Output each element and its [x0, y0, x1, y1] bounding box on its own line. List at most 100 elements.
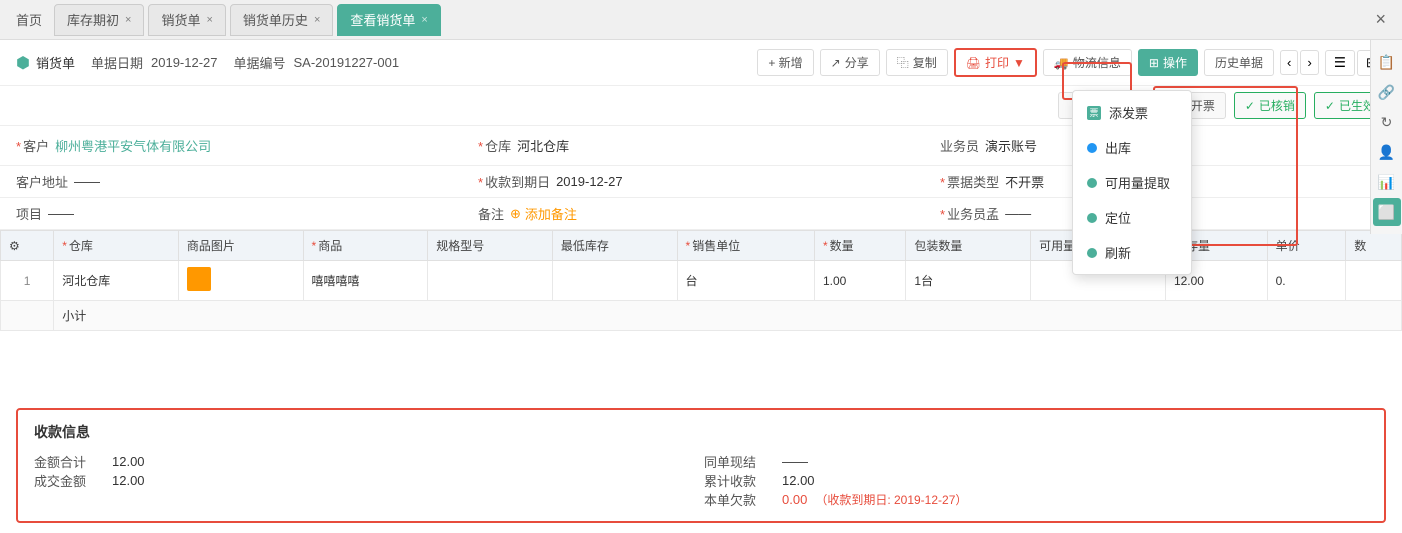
col-spec: 规格型号: [428, 231, 553, 261]
sidebar-icon-2[interactable]: 🔗: [1373, 78, 1401, 106]
ticket-type-value: 不开票: [1005, 172, 1044, 191]
tab-home[interactable]: 首页: [8, 4, 50, 35]
doc-type-label: 销货单: [36, 53, 75, 72]
customer-value[interactable]: 柳州粤港平安气体有限公司: [55, 136, 211, 155]
locate-label: 定位: [1105, 208, 1131, 227]
tab-close-sales[interactable]: ×: [206, 14, 212, 26]
new-button[interactable]: + 新增: [757, 49, 813, 76]
add-note-button[interactable]: ⊕ 添加备注: [510, 204, 577, 223]
payment-section: 收款信息 金额合计 12.00 成交金额 12.00 同单现结 ——: [16, 408, 1386, 523]
sidebar-icon-4[interactable]: 👤: [1373, 138, 1401, 166]
same-order-label: 同单现结: [704, 452, 774, 471]
tab-close-inventory[interactable]: ×: [125, 14, 131, 26]
doc-meta: 单据日期 2019-12-27 单据编号 SA-20191227-001: [91, 53, 399, 72]
tab-sales-history[interactable]: 销货单历史 ×: [230, 4, 333, 36]
print-button[interactable]: 🖨 打印 ▼: [954, 48, 1037, 77]
row-quantity: 1.00: [814, 261, 905, 301]
tab-check-sales[interactable]: 查看销货单 ×: [337, 4, 440, 36]
col-product: 商品: [303, 231, 428, 261]
col-unit-price: 单价: [1267, 231, 1346, 261]
refresh-icon: [1087, 248, 1097, 258]
add-invoice-icon: 票: [1087, 106, 1101, 120]
row-product: 嘻嘻嘻嘻: [303, 261, 428, 301]
nav-arrows: ‹ ›: [1280, 50, 1319, 75]
available-qty-label: 可用量提取: [1105, 173, 1170, 192]
warehouse-field: 仓库 河北仓库: [478, 136, 924, 155]
total-label: 金额合计: [34, 452, 104, 471]
doc-title-icon: ⬢: [16, 53, 30, 73]
row-min-stock: [552, 261, 677, 301]
operations-dropdown: 票 添发票 出库 可用量提取 定位 刷新: [1072, 90, 1192, 275]
subtotal-label-cell: [1, 301, 54, 331]
sidebar-icon-5[interactable]: 📊: [1373, 168, 1401, 196]
history-button[interactable]: 历史单据: [1204, 49, 1274, 76]
dropdown-available-qty[interactable]: 可用量提取: [1073, 165, 1191, 200]
prev-button[interactable]: ‹: [1280, 50, 1298, 75]
row-spec: [428, 261, 553, 301]
logistics-button[interactable]: 🚚 物流信息: [1043, 49, 1132, 76]
tab-bar: 首页 库存期初 × 销货单 × 销货单历史 × 查看销货单 × ×: [0, 0, 1402, 40]
copy-icon: ⿻: [897, 54, 909, 71]
print-icon: 🖨: [966, 56, 981, 70]
due-date-label: 收款到期日: [478, 172, 550, 191]
col-package-qty: 包装数量: [906, 231, 1031, 261]
staff-value: 演示账号: [985, 136, 1037, 155]
doc-header: ⬢ 销货单 单据日期 2019-12-27 单据编号 SA-20191227-0…: [0, 40, 1402, 86]
outbound-label: 出库: [1105, 138, 1131, 157]
col-settings[interactable]: ⚙: [1, 231, 54, 261]
sidebar-icon-1[interactable]: 📋: [1373, 48, 1401, 76]
copy-button[interactable]: ⿻ 复制: [886, 49, 948, 76]
dropdown-add-invoice[interactable]: 票 添发票: [1073, 95, 1191, 130]
right-sidebar: 📋 🔗 ↻ 👤 📊 ⬜: [1370, 40, 1402, 234]
tab-close-sales-history[interactable]: ×: [314, 14, 320, 26]
col-amount: 数: [1346, 231, 1402, 261]
warehouse-value: 河北仓库: [517, 136, 569, 155]
tab-inventory[interactable]: 库存期初 ×: [54, 4, 144, 36]
transaction-value: 12.00: [112, 473, 145, 488]
cumulative-row: 累计收款 12.00: [704, 471, 1368, 490]
tab-sales[interactable]: 销货单 ×: [148, 4, 225, 36]
print-dropdown-icon: ▼: [1013, 56, 1025, 70]
total-row: 金额合计 12.00: [34, 452, 698, 471]
col-quantity: 数量: [814, 231, 905, 261]
same-order-row: 同单现结 ——: [704, 452, 1368, 471]
col-product-image: 商品图片: [178, 231, 303, 261]
dropdown-refresh[interactable]: 刷新: [1073, 235, 1191, 270]
next-button[interactable]: ›: [1300, 50, 1318, 75]
doc-number-value: SA-20191227-001: [294, 55, 400, 70]
due-date-value: 2019-12-27: [556, 174, 623, 189]
tab-close-check-sales[interactable]: ×: [421, 14, 427, 26]
dropdown-outbound[interactable]: 出库: [1073, 130, 1191, 165]
payment-left: 金额合计 12.00 成交金额 12.00: [34, 452, 698, 509]
effective-check-icon: ✓: [1325, 99, 1335, 113]
customer-field: 客户 柳州粤港平安气体有限公司: [16, 136, 462, 155]
list-view-button[interactable]: ☰: [1325, 50, 1355, 76]
staff-label: 业务员: [940, 136, 979, 155]
locate-icon: [1087, 213, 1097, 223]
note-label: 备注: [478, 204, 504, 223]
refresh-label: 刷新: [1105, 243, 1131, 262]
cumulative-label: 累计收款: [704, 471, 774, 490]
logistics-icon: 🚚: [1054, 56, 1069, 70]
note-field: 备注 ⊕ 添加备注: [478, 204, 924, 223]
dropdown-locate[interactable]: 定位: [1073, 200, 1191, 235]
sidebar-icon-6[interactable]: ⬜: [1373, 198, 1401, 226]
warehouse-label: 仓库: [478, 136, 511, 155]
doc-date-value: 2019-12-27: [151, 55, 218, 70]
project-field: 项目 ——: [16, 204, 462, 223]
total-value: 12.00: [112, 454, 145, 469]
row-unit-price: 0.: [1267, 261, 1346, 301]
confirm-button[interactable]: ✓ 已核销: [1234, 92, 1306, 119]
sidebar-icon-3[interactable]: ↻: [1373, 108, 1401, 136]
row-warehouse: 河北仓库: [54, 261, 179, 301]
balance-note: （收款到期日: 2019-12-27）: [815, 491, 967, 508]
operations-button[interactable]: ⊞ 操作: [1138, 49, 1198, 76]
add-icon: ⊕: [510, 206, 521, 222]
col-sales-unit: 销售单位: [677, 231, 814, 261]
window-close-button[interactable]: ×: [1367, 9, 1394, 30]
balance-label: 本单欠款: [704, 490, 774, 509]
row-amount: [1346, 261, 1402, 301]
check-icon: ✓: [1245, 99, 1255, 113]
share-button[interactable]: ↗ 分享: [820, 49, 880, 76]
row-num: 1: [1, 261, 54, 301]
